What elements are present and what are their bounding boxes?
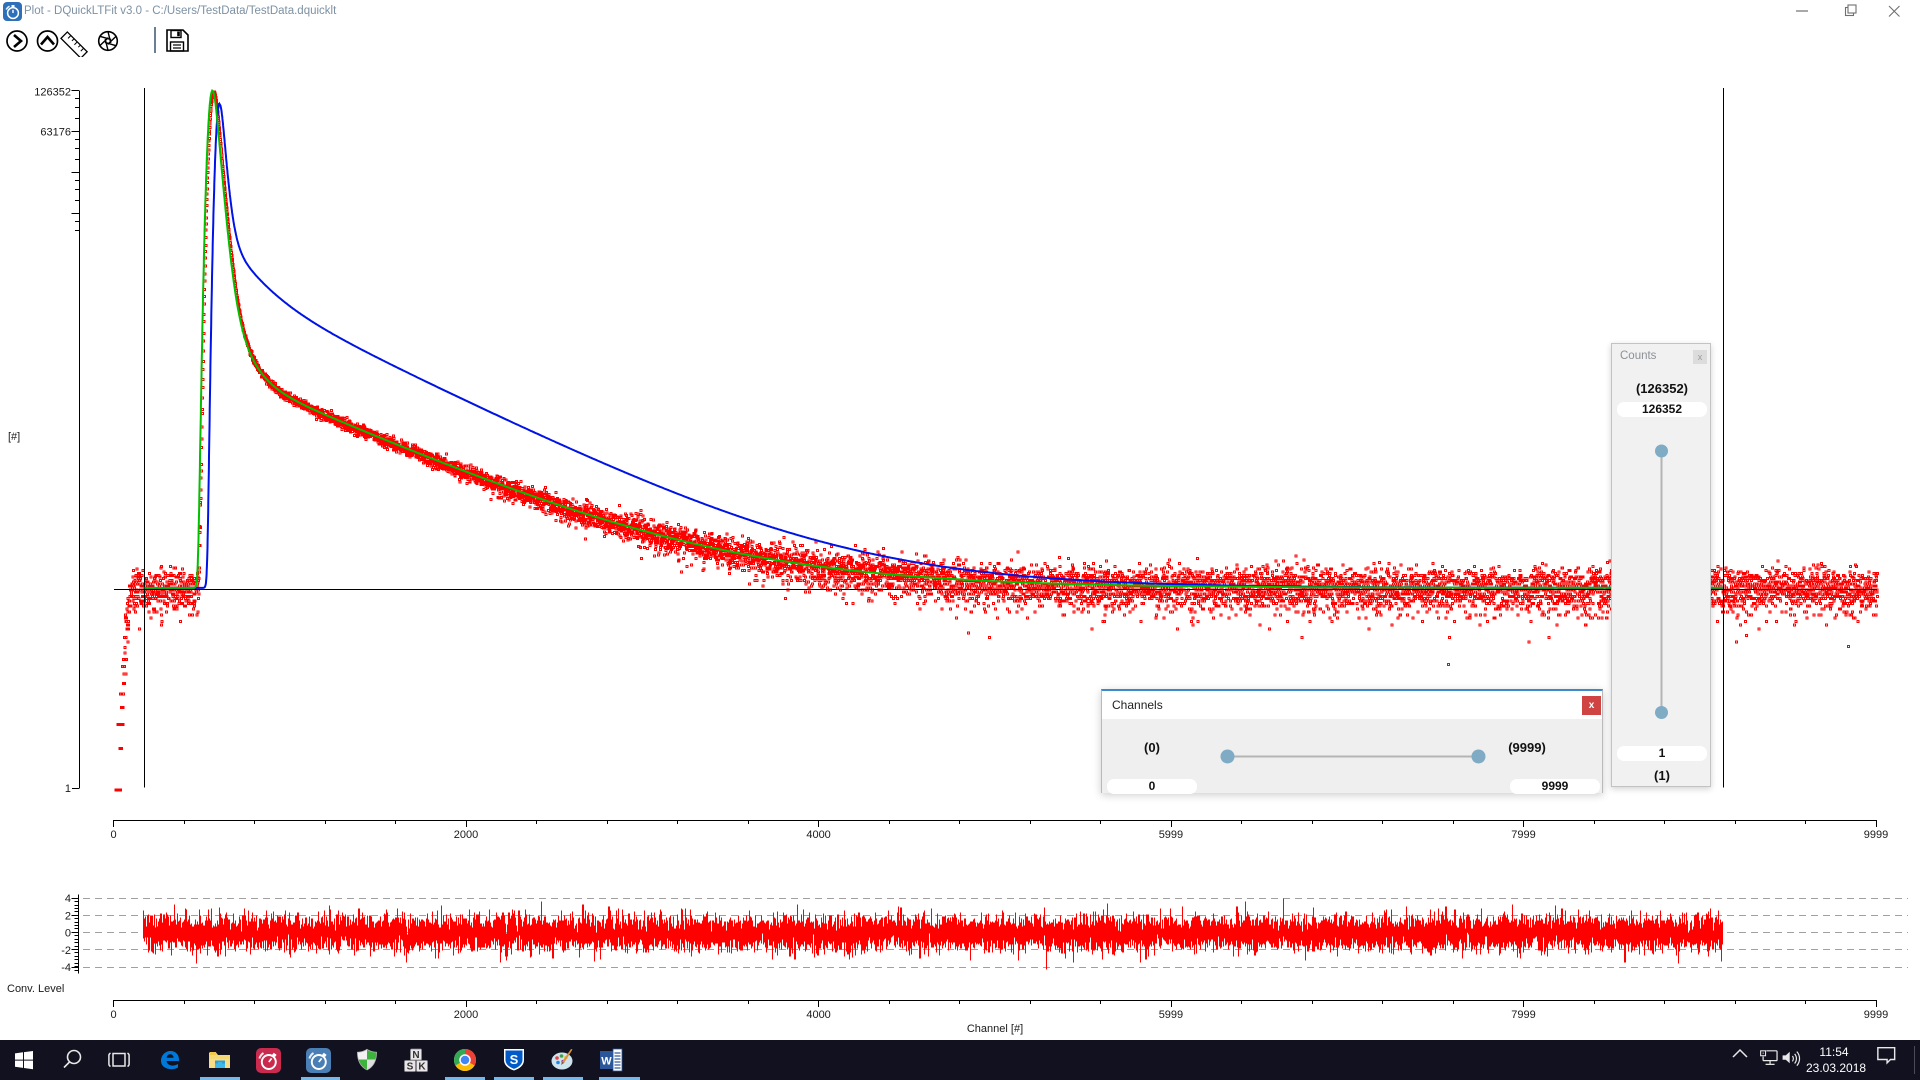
svg-text:Conv. Level: Conv. Level (7, 983, 64, 995)
svg-text:2000: 2000 (454, 829, 478, 841)
svg-text:7999: 7999 (1511, 829, 1535, 841)
svg-text:5999: 5999 (1159, 829, 1183, 841)
svg-text:1: 1 (65, 783, 71, 795)
svg-text:N: N (412, 1050, 419, 1061)
svg-text:63176: 63176 (40, 127, 71, 139)
svg-text:0: 0 (110, 829, 116, 841)
svg-text:W: W (601, 1056, 612, 1068)
svg-text:S: S (510, 1052, 519, 1067)
svg-text:126352: 126352 (34, 87, 71, 99)
svg-text:5999: 5999 (1159, 1009, 1183, 1021)
svg-text:Channel [#]: Channel [#] (967, 1023, 1023, 1035)
svg-text:4000: 4000 (806, 1009, 830, 1021)
svg-text:4: 4 (65, 893, 71, 905)
svg-text:2: 2 (65, 910, 71, 922)
svg-text:S: S (407, 1062, 414, 1073)
svg-text:0: 0 (110, 1009, 116, 1021)
svg-text:-2: -2 (61, 945, 71, 957)
svg-text:7999: 7999 (1511, 1009, 1535, 1021)
svg-text:K: K (418, 1062, 426, 1073)
svg-text:9999: 9999 (1864, 1009, 1888, 1021)
svg-text:0: 0 (65, 928, 71, 940)
svg-text:-4: -4 (61, 962, 71, 974)
svg-text:9999: 9999 (1864, 829, 1888, 841)
svg-text:[#]: [#] (8, 431, 20, 443)
svg-text:4000: 4000 (806, 829, 830, 841)
svg-text:2000: 2000 (454, 1009, 478, 1021)
